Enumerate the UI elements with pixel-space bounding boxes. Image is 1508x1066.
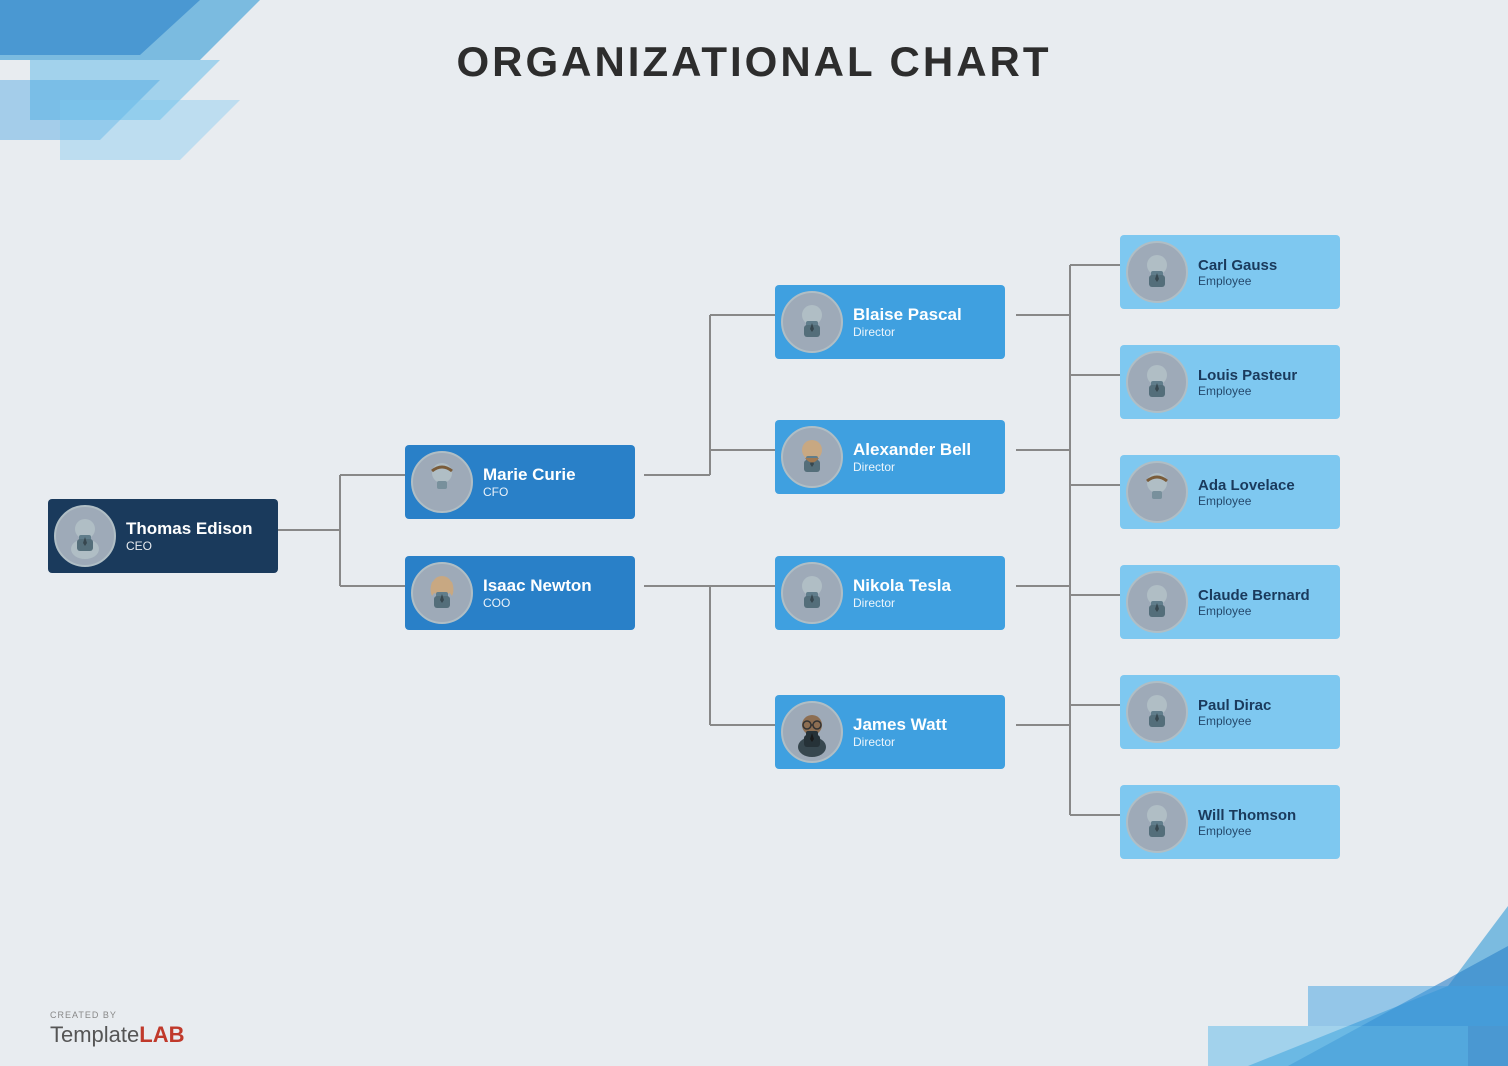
carl-gauss-node: Carl Gauss Employee — [1120, 235, 1340, 309]
nikola-tesla-card: Nikola Tesla Director — [775, 556, 1005, 630]
marie-curie-node: Marie Curie CFO — [405, 445, 635, 519]
james-watt-avatar — [781, 701, 843, 763]
carl-gauss-name: Carl Gauss — [1198, 257, 1277, 274]
isaac-newton-name: Isaac Newton — [483, 576, 592, 596]
paul-dirac-node: Paul Dirac Employee — [1120, 675, 1340, 749]
ada-lovelace-role: Employee — [1198, 494, 1295, 508]
alexander-bell-role: Director — [853, 460, 971, 474]
james-watt-role: Director — [853, 735, 947, 749]
paul-dirac-text: Paul Dirac Employee — [1198, 697, 1271, 728]
will-thomson-avatar — [1126, 791, 1188, 853]
isaac-newton-card: Isaac Newton COO — [405, 556, 635, 630]
isaac-newton-node: Isaac Newton COO — [405, 556, 635, 630]
alexander-bell-avatar — [781, 426, 843, 488]
louis-pasteur-node: Louis Pasteur Employee — [1120, 345, 1340, 419]
will-thomson-role: Employee — [1198, 824, 1296, 838]
james-watt-node: James Watt Director — [775, 695, 1005, 769]
nikola-tesla-name: Nikola Tesla — [853, 576, 951, 596]
alexander-bell-card: Alexander Bell Director — [775, 420, 1005, 494]
nikola-tesla-node: Nikola Tesla Director — [775, 556, 1005, 630]
ceo-name: Thomas Edison — [126, 519, 253, 539]
louis-pasteur-name: Louis Pasteur — [1198, 367, 1297, 384]
alexander-bell-text: Alexander Bell Director — [853, 440, 971, 474]
claude-bernard-card: Claude Bernard Employee — [1120, 565, 1340, 639]
blaise-pascal-text: Blaise Pascal Director — [853, 305, 962, 339]
louis-pasteur-role: Employee — [1198, 384, 1297, 398]
nikola-tesla-role: Director — [853, 596, 951, 610]
louis-pasteur-text: Louis Pasteur Employee — [1198, 367, 1297, 398]
ada-lovelace-node: Ada Lovelace Employee — [1120, 455, 1340, 529]
ceo-role: CEO — [126, 539, 253, 553]
louis-pasteur-avatar — [1126, 351, 1188, 413]
james-watt-card: James Watt Director — [775, 695, 1005, 769]
paul-dirac-avatar — [1126, 681, 1188, 743]
marie-curie-name: Marie Curie — [483, 465, 576, 485]
carl-gauss-role: Employee — [1198, 274, 1277, 288]
carl-gauss-card: Carl Gauss Employee — [1120, 235, 1340, 309]
footer-brand-lab: LAB — [139, 1022, 184, 1047]
carl-gauss-avatar — [1126, 241, 1188, 303]
isaac-newton-avatar — [411, 562, 473, 624]
marie-curie-role: CFO — [483, 485, 576, 499]
claude-bernard-avatar — [1126, 571, 1188, 633]
claude-bernard-role: Employee — [1198, 604, 1310, 618]
page-title: ORGANIZATIONAL CHART — [0, 38, 1508, 86]
ceo-card: Thomas Edison CEO — [48, 499, 278, 573]
ada-lovelace-avatar — [1126, 461, 1188, 523]
alexander-bell-name: Alexander Bell — [853, 440, 971, 460]
nikola-tesla-text: Nikola Tesla Director — [853, 576, 951, 610]
ceo-text: Thomas Edison CEO — [126, 519, 253, 553]
isaac-newton-role: COO — [483, 596, 592, 610]
will-thomson-text: Will Thomson Employee — [1198, 807, 1296, 838]
claude-bernard-name: Claude Bernard — [1198, 587, 1310, 604]
blaise-pascal-node: Blaise Pascal Director — [775, 285, 1005, 359]
blaise-pascal-role: Director — [853, 325, 962, 339]
ada-lovelace-text: Ada Lovelace Employee — [1198, 477, 1295, 508]
carl-gauss-text: Carl Gauss Employee — [1198, 257, 1277, 288]
claude-bernard-text: Claude Bernard Employee — [1198, 587, 1310, 618]
nikola-tesla-avatar — [781, 562, 843, 624]
louis-pasteur-card: Louis Pasteur Employee — [1120, 345, 1340, 419]
marie-curie-text: Marie Curie CFO — [483, 465, 576, 499]
marie-curie-avatar — [411, 451, 473, 513]
will-thomson-card: Will Thomson Employee — [1120, 785, 1340, 859]
footer-created-by: CREATED BY — [50, 1010, 185, 1020]
james-watt-text: James Watt Director — [853, 715, 947, 749]
marie-curie-card: Marie Curie CFO — [405, 445, 635, 519]
paul-dirac-name: Paul Dirac — [1198, 697, 1271, 714]
alexander-bell-node: Alexander Bell Director — [775, 420, 1005, 494]
will-thomson-node: Will Thomson Employee — [1120, 785, 1340, 859]
ada-lovelace-card: Ada Lovelace Employee — [1120, 455, 1340, 529]
footer: CREATED BY TemplateLAB — [50, 1010, 185, 1048]
isaac-newton-text: Isaac Newton COO — [483, 576, 592, 610]
james-watt-name: James Watt — [853, 715, 947, 735]
ada-lovelace-name: Ada Lovelace — [1198, 477, 1295, 494]
blaise-pascal-name: Blaise Pascal — [853, 305, 962, 325]
blaise-pascal-card: Blaise Pascal Director — [775, 285, 1005, 359]
ceo-avatar — [54, 505, 116, 567]
will-thomson-name: Will Thomson — [1198, 807, 1296, 824]
footer-brand-template: Template — [50, 1022, 139, 1047]
claude-bernard-node: Claude Bernard Employee — [1120, 565, 1340, 639]
paul-dirac-role: Employee — [1198, 714, 1271, 728]
blaise-pascal-avatar — [781, 291, 843, 353]
paul-dirac-card: Paul Dirac Employee — [1120, 675, 1340, 749]
ceo-node: Thomas Edison CEO — [48, 499, 278, 573]
